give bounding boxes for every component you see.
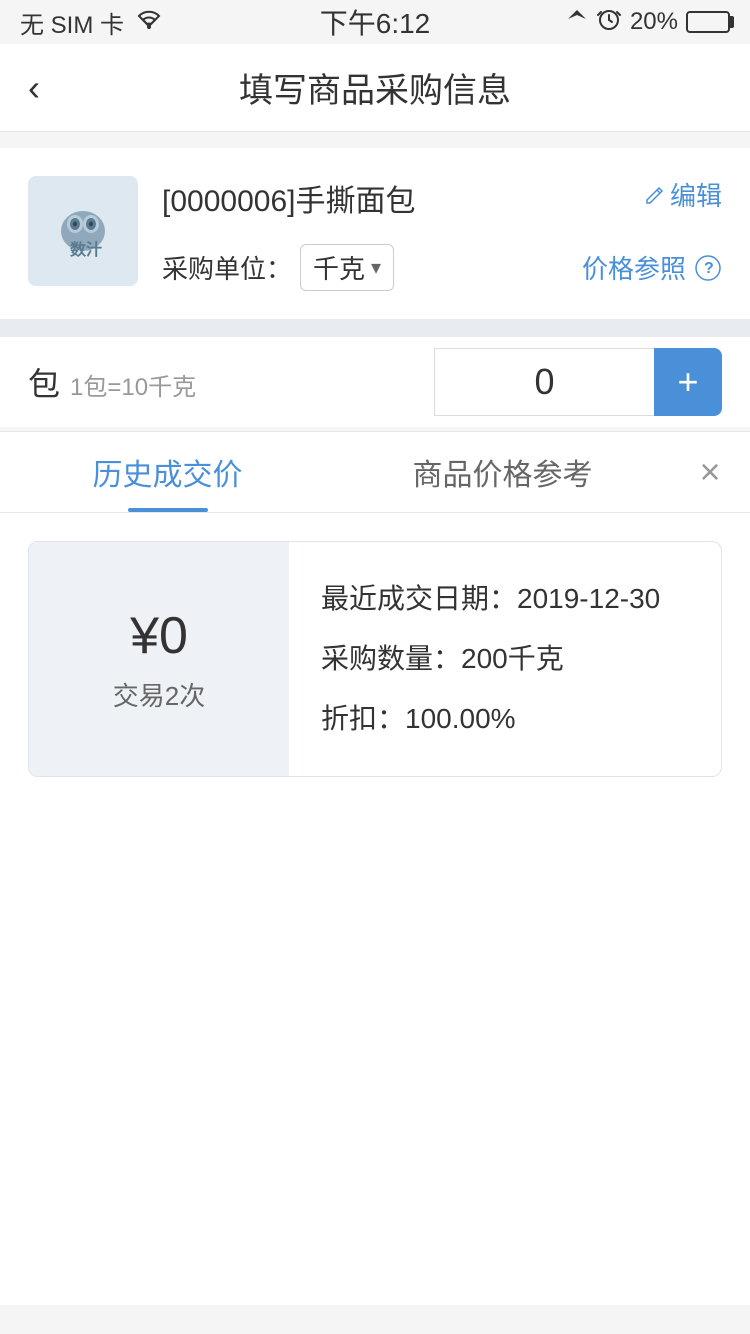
page-title: 填写商品采购信息: [239, 63, 511, 112]
edit-button[interactable]: 编辑: [644, 176, 722, 213]
product-info: [0000006]手撕面包 编辑 采购单位： 千克 ▾ 价格参照: [162, 176, 722, 291]
tab-content-history: ¥0 交易2次 最近成交日期：2019-12-30 采购数量：200千克 折扣：…: [0, 513, 750, 805]
history-price-value: ¥0: [130, 606, 188, 666]
gps-icon: [566, 8, 588, 37]
section-divider: [0, 319, 750, 337]
price-number: 0: [159, 607, 188, 665]
alarm-icon: [596, 6, 622, 39]
price-symbol: ¥: [130, 607, 159, 665]
back-button[interactable]: ‹: [28, 67, 40, 109]
wifi-icon: [134, 8, 164, 37]
plus-icon: +: [677, 361, 698, 403]
unit-label: 采购单位：: [162, 249, 292, 286]
date-label: 最近成交日期：: [321, 583, 517, 614]
product-unit-row: 采购单位： 千克 ▾ 价格参照 ?: [162, 244, 722, 291]
svg-text:?: ?: [704, 260, 714, 277]
tabs-header: 历史成交价 商品价格参考 ×: [0, 432, 750, 513]
history-date-row: 最近成交日期：2019-12-30: [321, 578, 689, 620]
nav-bar: ‹ 填写商品采购信息: [0, 44, 750, 132]
tab-history-price[interactable]: 历史成交价: [0, 432, 335, 512]
battery-percent: 20%: [630, 8, 678, 36]
quantity-input[interactable]: 0: [434, 348, 654, 416]
battery-icon: [686, 11, 730, 33]
quantity-row: 包 1包=10千克 0 +: [0, 337, 750, 427]
product-name: [0000006]手撕面包: [162, 176, 415, 220]
price-reference-button[interactable]: 价格参照 ?: [582, 249, 722, 286]
status-left: 无 SIM 卡: [20, 5, 164, 40]
history-card: ¥0 交易2次 最近成交日期：2019-12-30 采购数量：200千克 折扣：…: [28, 541, 722, 777]
quantity-control: 0 +: [434, 348, 722, 416]
history-details-section: 最近成交日期：2019-12-30 采购数量：200千克 折扣：100.00%: [289, 542, 721, 776]
status-bar: 无 SIM 卡 下午6:12 20%: [0, 0, 750, 44]
product-header: [0000006]手撕面包 编辑: [162, 176, 722, 220]
unit-big-label: 包: [28, 359, 60, 405]
qty-value: 200千克: [461, 643, 564, 674]
history-discount-row: 折扣：100.00%: [321, 698, 689, 740]
discount-label: 折扣：: [321, 703, 405, 734]
price-ref-label: 价格参照: [582, 249, 686, 286]
product-card: 数汁 [0000006]手撕面包 编辑 采购单位： 千克 ▾: [0, 148, 750, 319]
unit-select[interactable]: 千克 ▾: [300, 244, 394, 291]
tab-close-button[interactable]: ×: [670, 432, 750, 512]
history-transactions: 交易2次: [113, 676, 205, 713]
svg-text:数汁: 数汁: [70, 240, 102, 259]
unit-arrow-icon: ▾: [371, 255, 381, 280]
history-price-section: ¥0 交易2次: [29, 542, 289, 776]
tab-price-reference[interactable]: 商品价格参考: [335, 432, 670, 512]
unit-conversion-label: 包 1包=10千克: [28, 359, 196, 405]
date-value: 2019-12-30: [517, 583, 660, 614]
product-title: 手撕面包: [295, 185, 415, 218]
discount-value: 100.00%: [405, 703, 516, 734]
status-time: 下午6:12: [320, 2, 431, 42]
network-label: 无 SIM 卡: [20, 5, 124, 40]
product-id: [0000006]: [162, 185, 295, 218]
history-qty-row: 采购数量：200千克: [321, 638, 689, 680]
quantity-value: 0: [534, 361, 554, 403]
quantity-plus-button[interactable]: +: [654, 348, 722, 416]
tabs-container: 历史成交价 商品价格参考 × ¥0 交易2次 最近成交日期：2019-12-30…: [0, 431, 750, 805]
bottom-area: [0, 805, 750, 1305]
product-thumbnail: 数汁: [28, 176, 138, 286]
status-right: 20%: [566, 6, 730, 39]
product-thumb-icon: 数汁: [48, 191, 118, 271]
qty-label: 采购数量：: [321, 643, 461, 674]
unit-value: 千克: [313, 249, 365, 286]
unit-conversion: 1包=10千克: [70, 367, 196, 402]
